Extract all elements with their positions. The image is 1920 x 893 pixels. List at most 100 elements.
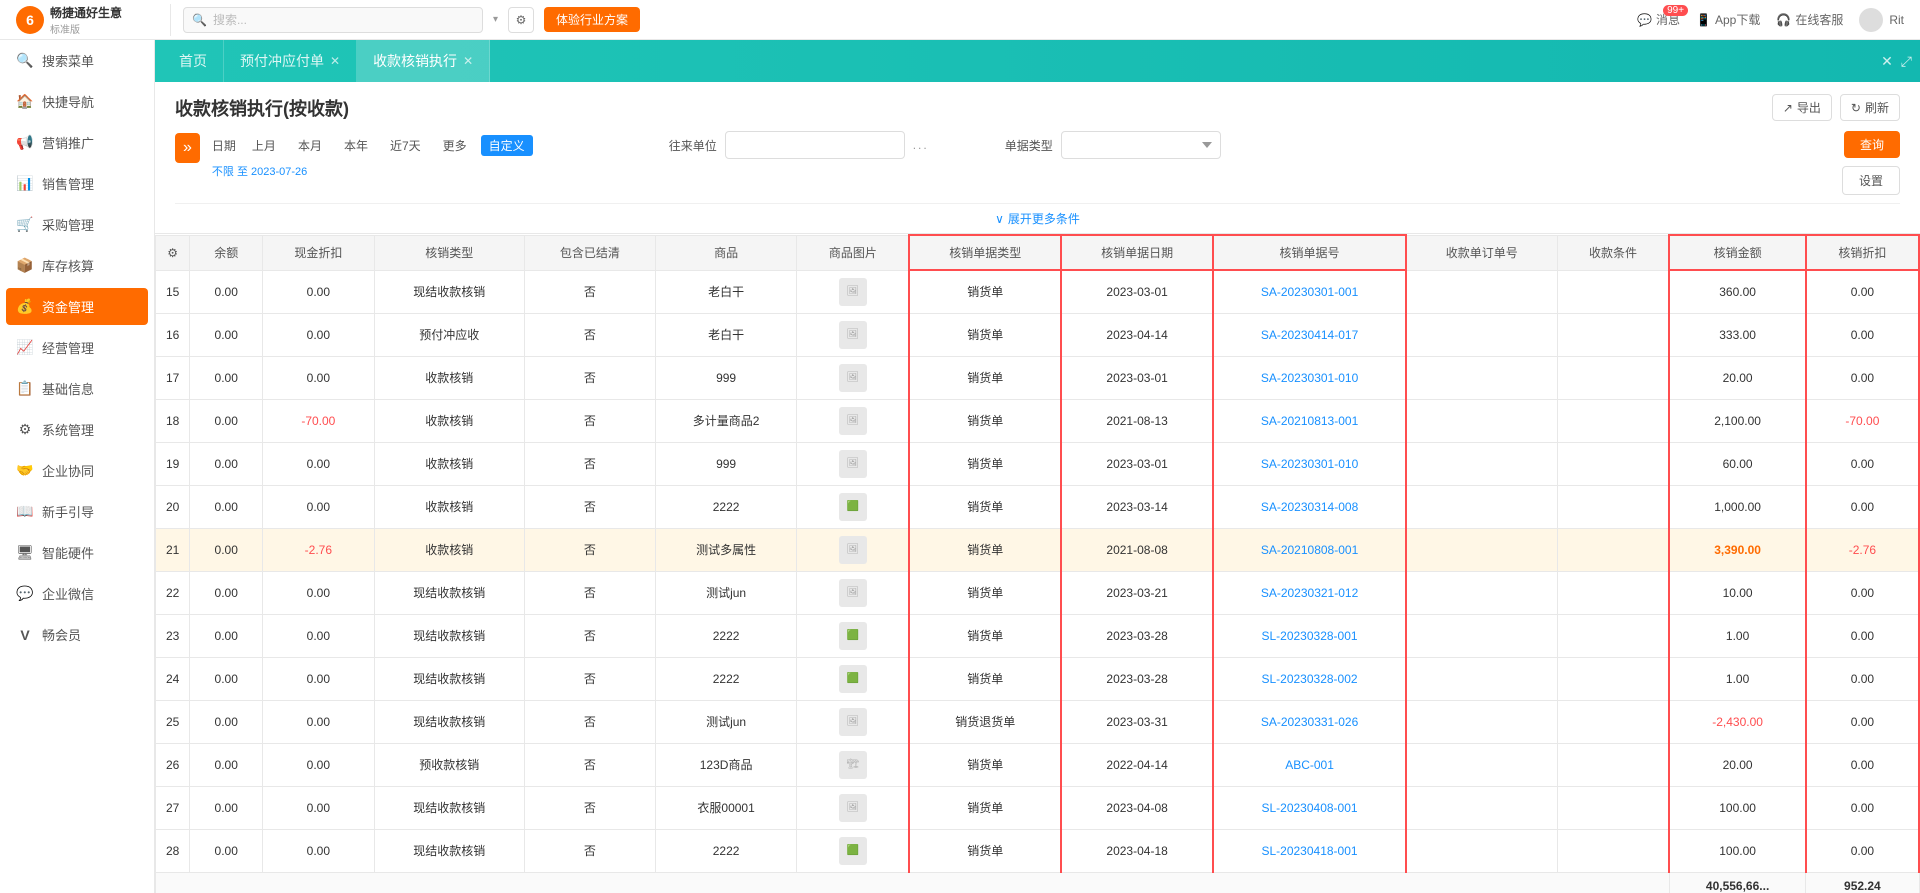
cell-type: 收款核销 (374, 528, 524, 571)
th-settings[interactable]: ⚙ (156, 235, 190, 270)
writeoff-number-link[interactable]: SA-20210813-001 (1261, 414, 1358, 428)
cell-included-settled: 否 (524, 485, 655, 528)
writeoff-number-link[interactable]: SA-20230301-010 (1261, 457, 1358, 471)
sidebar-item-member[interactable]: V 畅会员 (0, 614, 154, 655)
wechat-icon: 💬 (16, 585, 34, 603)
sidebar-item-system[interactable]: ⚙ 系统管理 (0, 409, 154, 450)
counterpart-input[interactable] (725, 131, 905, 159)
cell-product-image: 🖼 (797, 442, 909, 485)
cell-id: 18 (156, 399, 190, 442)
sidebar-item-search[interactable]: 🔍 搜索菜单 (0, 40, 154, 81)
sales-icon: 📊 (16, 175, 34, 193)
cell-writeoff-discount: 0.00 (1806, 786, 1919, 829)
sidebar-item-management[interactable]: 📈 经营管理 (0, 327, 154, 368)
cell-writeoff-discount: 0.00 (1806, 356, 1919, 399)
filter-more-dots[interactable]: ... (913, 138, 929, 152)
th-product: 商品 (655, 235, 797, 270)
online-service-button[interactable]: 🎧 在线客服 (1776, 11, 1843, 28)
date-tab-custom[interactable]: 自定义 (481, 135, 533, 156)
try-industry-button[interactable]: 体验行业方案 (544, 7, 640, 32)
tab-writeoff[interactable]: 收款核销执行 ✕ (357, 40, 490, 82)
sidebar-item-purchase[interactable]: 🛒 采购管理 (0, 204, 154, 245)
writeoff-number-link[interactable]: SA-20230414-017 (1261, 328, 1358, 342)
cell-balance: 0.00 (190, 700, 263, 743)
notification-button[interactable]: 💬 消息 99+ (1637, 11, 1680, 28)
writeoff-number-link[interactable]: SA-20230321-012 (1261, 586, 1358, 600)
writeoff-number-link[interactable]: ABC-001 (1285, 758, 1334, 772)
sidebar-item-quick-nav[interactable]: 🏠 快捷导航 (0, 81, 154, 122)
writeoff-number-link[interactable]: SL-20230418-001 (1261, 844, 1357, 858)
dropdown-arrow-icon[interactable]: ▾ (493, 14, 498, 25)
writeoff-number-link[interactable]: SL-20230328-001 (1261, 629, 1357, 643)
cell-writeoff-bill-type: 销货单 (909, 399, 1061, 442)
date-tab-this-month[interactable]: 本月 (290, 135, 330, 156)
date-tab-7days[interactable]: 近7天 (382, 135, 429, 156)
date-range-text[interactable]: 不限 至 2023-07-26 (212, 163, 307, 179)
writeoff-number-link[interactable]: SA-20210808-001 (1261, 543, 1358, 557)
writeoff-number-link[interactable]: SL-20230408-001 (1261, 801, 1357, 815)
product-image: 🟩 (839, 837, 867, 865)
bill-type-select[interactable] (1061, 131, 1221, 159)
cell-balance: 0.00 (190, 743, 263, 786)
product-image: 🖼 (839, 364, 867, 392)
home-icon: 🏠 (16, 93, 34, 111)
writeoff-number-link[interactable]: SL-20230328-002 (1261, 672, 1357, 686)
purchase-icon: 🛒 (16, 216, 34, 234)
cell-cash-discount: 0.00 (263, 270, 375, 313)
guide-icon: 📖 (16, 503, 34, 521)
filter-collapse-button[interactable]: » (175, 133, 200, 163)
writeoff-number-link[interactable]: SA-20230331-026 (1261, 715, 1358, 729)
refresh-button[interactable]: ↻ 刷新 (1840, 94, 1900, 121)
sidebar-item-inventory[interactable]: 📦 库存核算 (0, 245, 154, 286)
cell-product-image: 🖼 (797, 356, 909, 399)
user-info[interactable]: Rit (1859, 8, 1904, 32)
top-right-actions: 💬 消息 99+ 📱 App下载 🎧 在线客服 Rit (1637, 8, 1904, 32)
search-bar-top[interactable]: 🔍 搜索... (183, 7, 483, 33)
cell-writeoff-date: 2021-08-13 (1061, 399, 1213, 442)
tab-home[interactable]: 首页 (163, 40, 224, 82)
tab-prepay[interactable]: 预付冲应付单 ✕ (224, 40, 357, 82)
tab-writeoff-close[interactable]: ✕ (463, 54, 473, 68)
settings-button[interactable]: 设置 (1842, 166, 1900, 195)
query-button[interactable]: 查询 (1844, 131, 1900, 158)
table-row: 25 0.00 0.00 现结收款核销 否 测试jun 🖼 销货退货单 2023… (156, 700, 1920, 743)
date-filter-row: 日期 上月 本月 本年 近7天 更多 自定义 往来单位 (212, 131, 1221, 159)
gear-button[interactable]: ⚙ (508, 7, 534, 33)
writeoff-number-link[interactable]: SA-20230314-008 (1261, 500, 1358, 514)
cell-receipt-condition (1557, 270, 1669, 313)
export-button[interactable]: ↗ 导出 (1772, 94, 1832, 121)
cell-receipt-order-num (1406, 528, 1557, 571)
writeoff-number-link[interactable]: SA-20230301-010 (1261, 371, 1358, 385)
writeoff-number-link[interactable]: SA-20230301-001 (1261, 285, 1358, 299)
sidebar-item-sales[interactable]: 📊 销售管理 (0, 163, 154, 204)
finance-icon: 💰 (16, 298, 34, 316)
page-title-row: 收款核销执行(按收款) ↗ 导出 ↻ 刷新 (175, 94, 1900, 121)
tab-close-icon[interactable]: ✕ (1881, 53, 1893, 70)
th-included-settled: 包含已结清 (524, 235, 655, 270)
sidebar-item-hardware[interactable]: 🖥 智能硬件 (0, 532, 154, 573)
expand-more-icon: ∨ (995, 212, 1004, 226)
sidebar-item-basic-info[interactable]: 📋 基础信息 (0, 368, 154, 409)
cell-writeoff-bill-type: 销货单 (909, 829, 1061, 872)
cell-product: 999 (655, 442, 797, 485)
tab-prepay-close[interactable]: ✕ (330, 54, 340, 68)
table-row: 28 0.00 0.00 现结收款核销 否 2222 🟩 销货单 2023-04… (156, 829, 1920, 872)
date-tab-more[interactable]: 更多 (435, 135, 475, 156)
cell-id: 28 (156, 829, 190, 872)
th-writeoff-amount: 核销金额 (1669, 235, 1805, 270)
logo-area: 6 畅捷通好生意 标准版 (16, 4, 171, 36)
expand-more-button[interactable]: ∨ 展开更多条件 (175, 203, 1900, 233)
date-tab-this-year[interactable]: 本年 (336, 135, 376, 156)
sidebar-item-marketing[interactable]: 📢 营销推广 (0, 122, 154, 163)
tab-expand-icon[interactable]: ⤢ (1901, 53, 1912, 70)
date-tab-last-month[interactable]: 上月 (244, 135, 284, 156)
app-download-button[interactable]: 📱 App下载 (1696, 11, 1760, 28)
sidebar-item-finance[interactable]: 💰 资金管理 (6, 288, 148, 325)
cell-id: 19 (156, 442, 190, 485)
sidebar-item-enterprise[interactable]: 🤝 企业协同 (0, 450, 154, 491)
cell-type: 现结收款核销 (374, 614, 524, 657)
cell-product: 测试jun (655, 700, 797, 743)
cell-included-settled: 否 (524, 528, 655, 571)
sidebar-item-wechat[interactable]: 💬 企业微信 (0, 573, 154, 614)
sidebar-item-guide[interactable]: 📖 新手引导 (0, 491, 154, 532)
